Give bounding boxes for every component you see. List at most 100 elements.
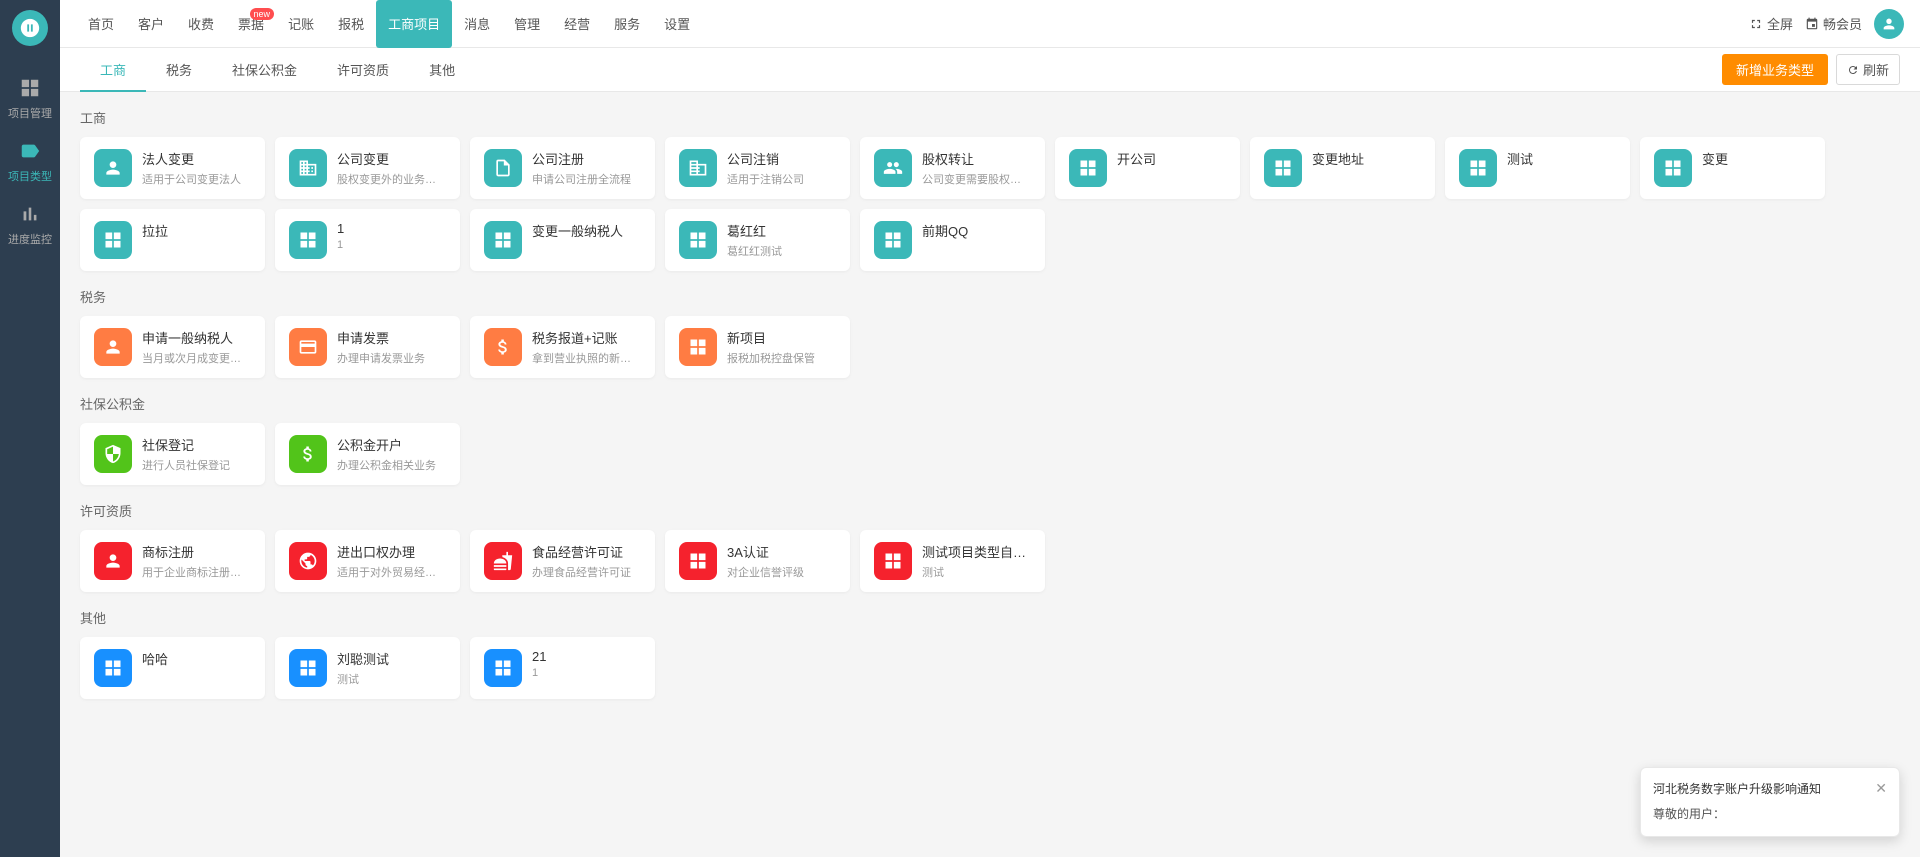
nav-industrial[interactable]: 工商项目 [376,0,452,48]
nav-bookkeeping[interactable]: 记账 [276,0,326,48]
card-change-taxpayer[interactable]: 变更一般纳税人 [470,209,655,271]
card-desc: 对企业信誉评级 [727,564,836,580]
card-body: 变更地址 [1312,149,1421,171]
card-title: 申请一般纳税人 [142,328,251,347]
card-title: 法人变更 [142,149,251,168]
main-content: 工商 法人变更 适用于公司变更法人 [60,92,1920,857]
nav-customer[interactable]: 客户 [126,0,176,48]
nav-operation[interactable]: 经营 [552,0,602,48]
nav-billing[interactable]: 收费 [176,0,226,48]
section-title-license: 许可资质 [80,501,1900,520]
card-21[interactable]: 21 1 [470,637,655,699]
nav-message[interactable]: 消息 [452,0,502,48]
card-title: 变更一般纳税人 [532,221,641,240]
card-icon [484,328,522,366]
card-icon [679,221,717,259]
add-business-type-button[interactable]: 新增业务类型 [1722,54,1828,85]
card-trademark[interactable]: 商标注册 用于企业商标注册服务 [80,530,265,592]
nav-tickets[interactable]: 票据 new [226,0,276,48]
chart-icon [16,200,44,228]
card-title: 前期QQ [922,221,1031,240]
card-apply-taxpayer[interactable]: 申请一般纳税人 当月或次月成变更完成 [80,316,265,378]
card-company-register[interactable]: 公司注册 申请公司注册全流程 [470,137,655,199]
card-new-project[interactable]: 新项目 报税加税控盘保管 [665,316,850,378]
card-title: 税务报道+记账 [532,328,641,347]
card-desc: 股权变更外的业务变更 [337,171,446,187]
card-haha[interactable]: 哈哈 [80,637,265,699]
section-title-tax: 税务 [80,287,1900,306]
card-body: 公司注销 适用于注销公司 [727,149,836,187]
card-body: 进出口权办理 适用于对外贸易经营者 [337,542,446,580]
tab-industrial[interactable]: 工商 [80,48,146,92]
card-liucong-test[interactable]: 刘聪测试 测试 [275,637,460,699]
card-body: 新项目 报税加税控盘保管 [727,328,836,366]
card-icon [94,435,132,473]
card-apply-invoice[interactable]: 申请发票 办理申请发票业务 [275,316,460,378]
card-test-type-define[interactable]: 测试项目类型自定义 测试 [860,530,1045,592]
card-icon [484,649,522,687]
card-body: 测试 [1507,149,1616,171]
member-btn[interactable]: 畅会员 [1805,14,1862,33]
sidebar-item-project-manage[interactable]: 项目管理 [0,66,60,129]
tab-tax[interactable]: 税务 [146,48,212,92]
card-one[interactable]: 1 1 [275,209,460,271]
card-open-company[interactable]: 开公司 [1055,137,1240,199]
card-icon [94,149,132,187]
card-tax-bookkeeping[interactable]: 税务报道+记账 拿到营业执照的新公司 [470,316,655,378]
card-company-change[interactable]: 公司变更 股权变更外的业务变更 [275,137,460,199]
card-icon [289,649,327,687]
sidebar-item-progress-monitor[interactable]: 进度监控 [0,192,60,255]
card-early-qq[interactable]: 前期QQ [860,209,1045,271]
refresh-button[interactable]: 刷新 [1836,54,1900,85]
card-body: 申请发票 办理申请发票业务 [337,328,446,366]
card-icon [94,221,132,259]
fullscreen-btn[interactable]: 全屏 [1749,14,1793,33]
card-body: 刘聪测试 测试 [337,649,446,687]
card-desc: 1 [337,239,446,251]
card-body: 前期QQ [922,221,1031,243]
card-body: 社保登记 进行人员社保登记 [142,435,251,473]
cards-grid-other: 哈哈 刘聪测试 测试 [80,637,1900,699]
nav-service[interactable]: 服务 [602,0,652,48]
tab-social-security[interactable]: 社保公积金 [212,48,317,92]
card-body: 21 1 [532,649,641,679]
main-wrap: 首页 客户 收费 票据 new 记账 报税 工商项目 消息 管理 经营 服务 设… [60,0,1920,857]
card-title: 哈哈 [142,649,251,668]
card-food-license[interactable]: 食品经营许可证 办理食品经营许可证 [470,530,655,592]
nav-manage[interactable]: 管理 [502,0,552,48]
card-equity-transfer[interactable]: 股权转让 公司变更需要股权转让 [860,137,1045,199]
card-lala[interactable]: 拉拉 [80,209,265,271]
card-desc: 办理公积金相关业务 [337,457,446,473]
card-body: 开公司 [1117,149,1226,171]
card-body: 法人变更 适用于公司变更法人 [142,149,251,187]
card-fund-open[interactable]: 公积金开户 办理公积金相关业务 [275,423,460,485]
card-social-register[interactable]: 社保登记 进行人员社保登记 [80,423,265,485]
nav-home[interactable]: 首页 [76,0,126,48]
card-legal-person-change[interactable]: 法人变更 适用于公司变更法人 [80,137,265,199]
sidebar-item-project-type[interactable]: 项目类型 [0,129,60,192]
card-change[interactable]: 变更 [1640,137,1825,199]
sidebar: 项目管理 项目类型 进度监控 [0,0,60,857]
card-title: 新项目 [727,328,836,347]
card-3a-cert[interactable]: 3A认证 对企业信誉评级 [665,530,850,592]
card-icon [289,435,327,473]
card-import-export[interactable]: 进出口权办理 适用于对外贸易经营者 [275,530,460,592]
card-desc: 拿到营业执照的新公司 [532,350,641,366]
content-area: 工商 税务 社保公积金 许可资质 其他 新增业务类型 刷新 工商 [60,48,1920,857]
card-icon [289,542,327,580]
card-desc: 申请公司注册全流程 [532,171,641,187]
notification-close-button[interactable]: ✕ [1875,780,1887,797]
tab-license[interactable]: 许可资质 [317,48,409,92]
card-desc: 1 [532,667,641,679]
nav-settings[interactable]: 设置 [652,0,702,48]
card-icon [484,221,522,259]
tab-other[interactable]: 其他 [409,48,475,92]
card-company-cancel[interactable]: 公司注销 适用于注销公司 [665,137,850,199]
card-test1[interactable]: 测试 [1445,137,1630,199]
card-title: 公积金开户 [337,435,446,454]
card-gehonghong[interactable]: 葛红红 葛红红测试 [665,209,850,271]
card-change-address[interactable]: 变更地址 [1250,137,1435,199]
nav-tax[interactable]: 报税 [326,0,376,48]
card-icon [484,542,522,580]
user-avatar[interactable] [1874,9,1904,39]
